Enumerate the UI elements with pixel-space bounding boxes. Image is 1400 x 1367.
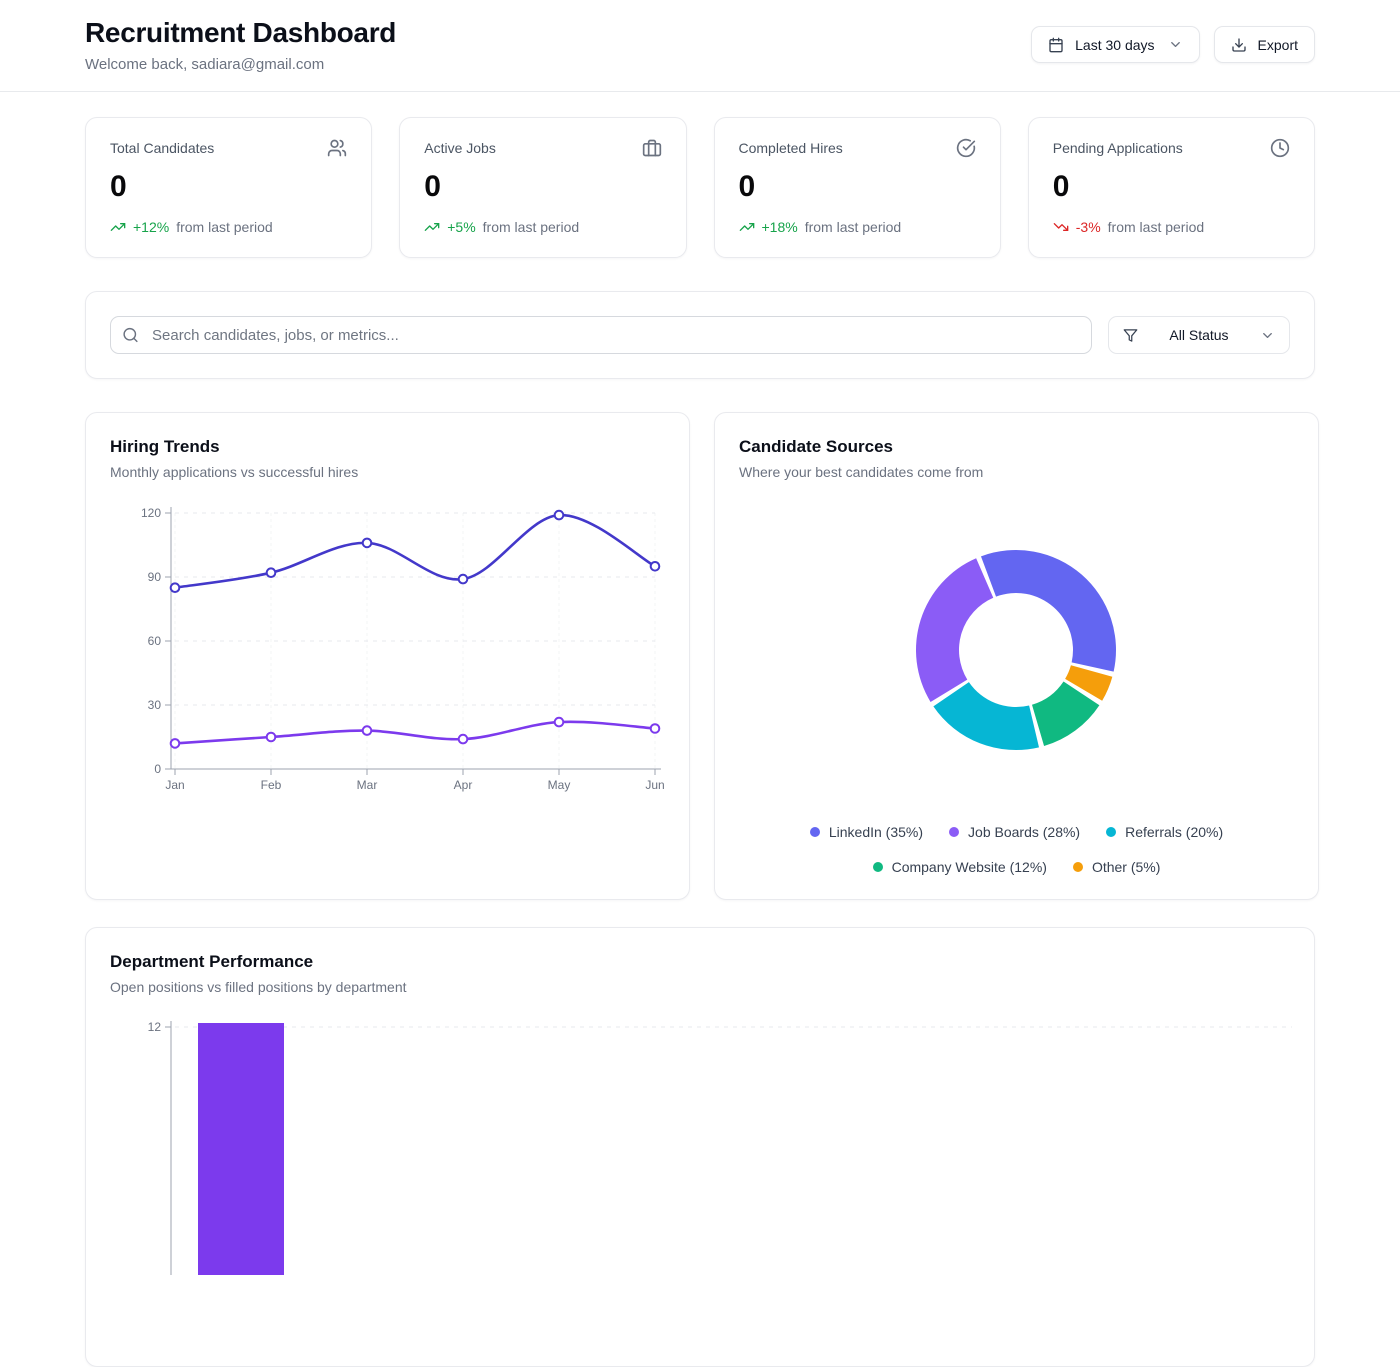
department-performance-chart: 12 bbox=[110, 1015, 1292, 1275]
donut-chart-canvas bbox=[915, 549, 1117, 751]
stat-card-total-candidates: Total Candidates 0 +12% from last period bbox=[85, 117, 373, 258]
stat-card-active-jobs: Active Jobs 0 +5% from last period bbox=[399, 117, 687, 258]
stat-delta-value: -3% bbox=[1075, 219, 1101, 235]
legend-dot bbox=[1106, 827, 1117, 837]
legend-dot bbox=[872, 862, 883, 872]
check-circle-icon bbox=[956, 138, 976, 158]
stats-row: Total Candidates 0 +12% from last period… bbox=[85, 117, 1315, 258]
stat-card-pending-applications: Pending Applications 0 -3% from last per… bbox=[1027, 117, 1315, 258]
donut-legend: LinkedIn (35%) Job Boards (28%) Referrals … bbox=[739, 824, 1294, 875]
svg-text:120: 120 bbox=[141, 506, 161, 520]
chart-subtitle: Open positions vs filled positions by de… bbox=[110, 979, 407, 995]
stat-card-completed-hires: Completed Hires 0 +18% from last period bbox=[713, 117, 1001, 258]
department-performance-card: Department Performance Open positions vs… bbox=[85, 927, 1315, 1367]
search-icon bbox=[122, 327, 139, 344]
svg-text:Mar: Mar bbox=[357, 778, 378, 792]
welcome-text: Welcome back, sadiara@gmail.com bbox=[85, 55, 325, 73]
svg-text:Feb: Feb bbox=[261, 778, 282, 792]
svg-text:0: 0 bbox=[154, 762, 161, 776]
trending-up-icon bbox=[424, 219, 440, 235]
calendar-icon bbox=[1048, 37, 1064, 53]
chevron-down-icon bbox=[1168, 37, 1183, 52]
main-content: Total Candidates 0 +12% from last period… bbox=[0, 92, 1400, 1367]
svg-text:60: 60 bbox=[148, 634, 162, 648]
legend-dot bbox=[809, 827, 820, 837]
candidate-sources-chart: LinkedIn (35%) Job Boards (28%) Referrals … bbox=[739, 490, 1294, 875]
status-filter-label: All Status bbox=[1169, 327, 1229, 343]
legend-item: Other (5%) bbox=[1072, 859, 1161, 875]
trending-down-icon bbox=[1053, 219, 1069, 235]
bar-chart-canvas: 12 bbox=[148, 1020, 1292, 1275]
search-filter-bar: All Status bbox=[85, 291, 1315, 379]
chart-subtitle: Where your best candidates come from bbox=[739, 464, 984, 480]
stat-delta-value: +5% bbox=[447, 219, 476, 235]
status-filter-dropdown[interactable]: All Status bbox=[1108, 316, 1290, 354]
stat-value: 0 bbox=[424, 170, 441, 203]
chart-title: Candidate Sources bbox=[739, 437, 893, 456]
legend-item: LinkedIn (35%) bbox=[809, 824, 924, 840]
stat-label: Completed Hires bbox=[738, 140, 843, 156]
svg-text:Apr: Apr bbox=[454, 778, 473, 792]
export-button[interactable]: Export bbox=[1213, 26, 1315, 63]
chart-title: Hiring Trends bbox=[110, 437, 220, 456]
svg-text:Jun: Jun bbox=[645, 778, 664, 792]
page-header: Recruitment Dashboard Welcome back, sadi… bbox=[0, 0, 1400, 92]
legend-label: LinkedIn (35%) bbox=[828, 824, 924, 840]
chevron-down-icon bbox=[1260, 328, 1275, 343]
search-input[interactable] bbox=[110, 316, 1092, 354]
filter-icon bbox=[1123, 328, 1138, 343]
legend-item: Referrals (20%) bbox=[1106, 824, 1223, 840]
charts-row: Hiring Trends Monthly applications vs su… bbox=[85, 412, 1319, 900]
stat-delta-suffix: from last period bbox=[482, 219, 580, 235]
legend-label: Other (5%) bbox=[1091, 859, 1161, 875]
legend-item: Company Website (12%) bbox=[872, 859, 1047, 875]
stat-delta-value: +12% bbox=[133, 219, 170, 235]
users-icon bbox=[327, 138, 347, 158]
export-label: Export bbox=[1257, 36, 1298, 53]
date-range-label: Last 30 days bbox=[1075, 36, 1155, 53]
svg-text:May: May bbox=[548, 778, 571, 792]
stat-label: Pending Applications bbox=[1052, 140, 1183, 156]
page-title: Recruitment Dashboard bbox=[85, 16, 397, 48]
candidate-sources-card: Candidate Sources Where your best candid… bbox=[714, 412, 1319, 900]
legend-label: Job Boards (28%) bbox=[968, 824, 1081, 840]
search-field-wrap bbox=[110, 316, 1092, 354]
svg-text:Jan: Jan bbox=[165, 778, 184, 792]
legend-label: Referrals (20%) bbox=[1125, 824, 1224, 840]
stat-delta-suffix: from last period bbox=[804, 219, 902, 235]
stat-value: 0 bbox=[1052, 170, 1070, 203]
hiring-trends-card: Hiring Trends Monthly applications vs su… bbox=[85, 412, 690, 900]
stat-delta-suffix: from last period bbox=[176, 219, 273, 235]
stat-label: Total Candidates bbox=[110, 140, 215, 156]
date-range-dropdown[interactable]: Last 30 days bbox=[1031, 26, 1200, 63]
header-titles: Recruitment Dashboard Welcome back, sadi… bbox=[85, 17, 396, 73]
legend-label: Company Website (12%) bbox=[891, 859, 1047, 875]
legend-dot bbox=[1072, 862, 1083, 872]
svg-text:30: 30 bbox=[148, 698, 162, 712]
clock-icon bbox=[1270, 138, 1290, 158]
stat-delta-value: +18% bbox=[761, 219, 798, 235]
legend-item: Job Boards (28%) bbox=[949, 824, 1080, 840]
hiring-trends-chart: 0 30 60 90 120 Jan Feb Mar Apr May Jun bbox=[110, 500, 665, 800]
trending-up-icon bbox=[110, 219, 126, 235]
svg-text:90: 90 bbox=[148, 570, 162, 584]
svg-text:12: 12 bbox=[148, 1020, 162, 1034]
stat-label: Active Jobs bbox=[424, 140, 496, 156]
download-icon bbox=[1231, 37, 1247, 53]
trending-up-icon bbox=[739, 219, 755, 235]
header-controls: Last 30 days Export bbox=[1031, 26, 1315, 63]
stat-delta-suffix: from last period bbox=[1107, 219, 1205, 235]
briefcase-icon bbox=[642, 138, 662, 158]
chart-title: Department Performance bbox=[110, 952, 314, 971]
chart-subtitle: Monthly applications vs successful hires bbox=[110, 464, 359, 480]
legend-dot bbox=[949, 827, 960, 837]
stat-value: 0 bbox=[738, 170, 756, 203]
line-chart-canvas: 0 30 60 90 120 Jan Feb Mar Apr May Jun bbox=[141, 506, 665, 792]
stat-value: 0 bbox=[110, 170, 127, 203]
